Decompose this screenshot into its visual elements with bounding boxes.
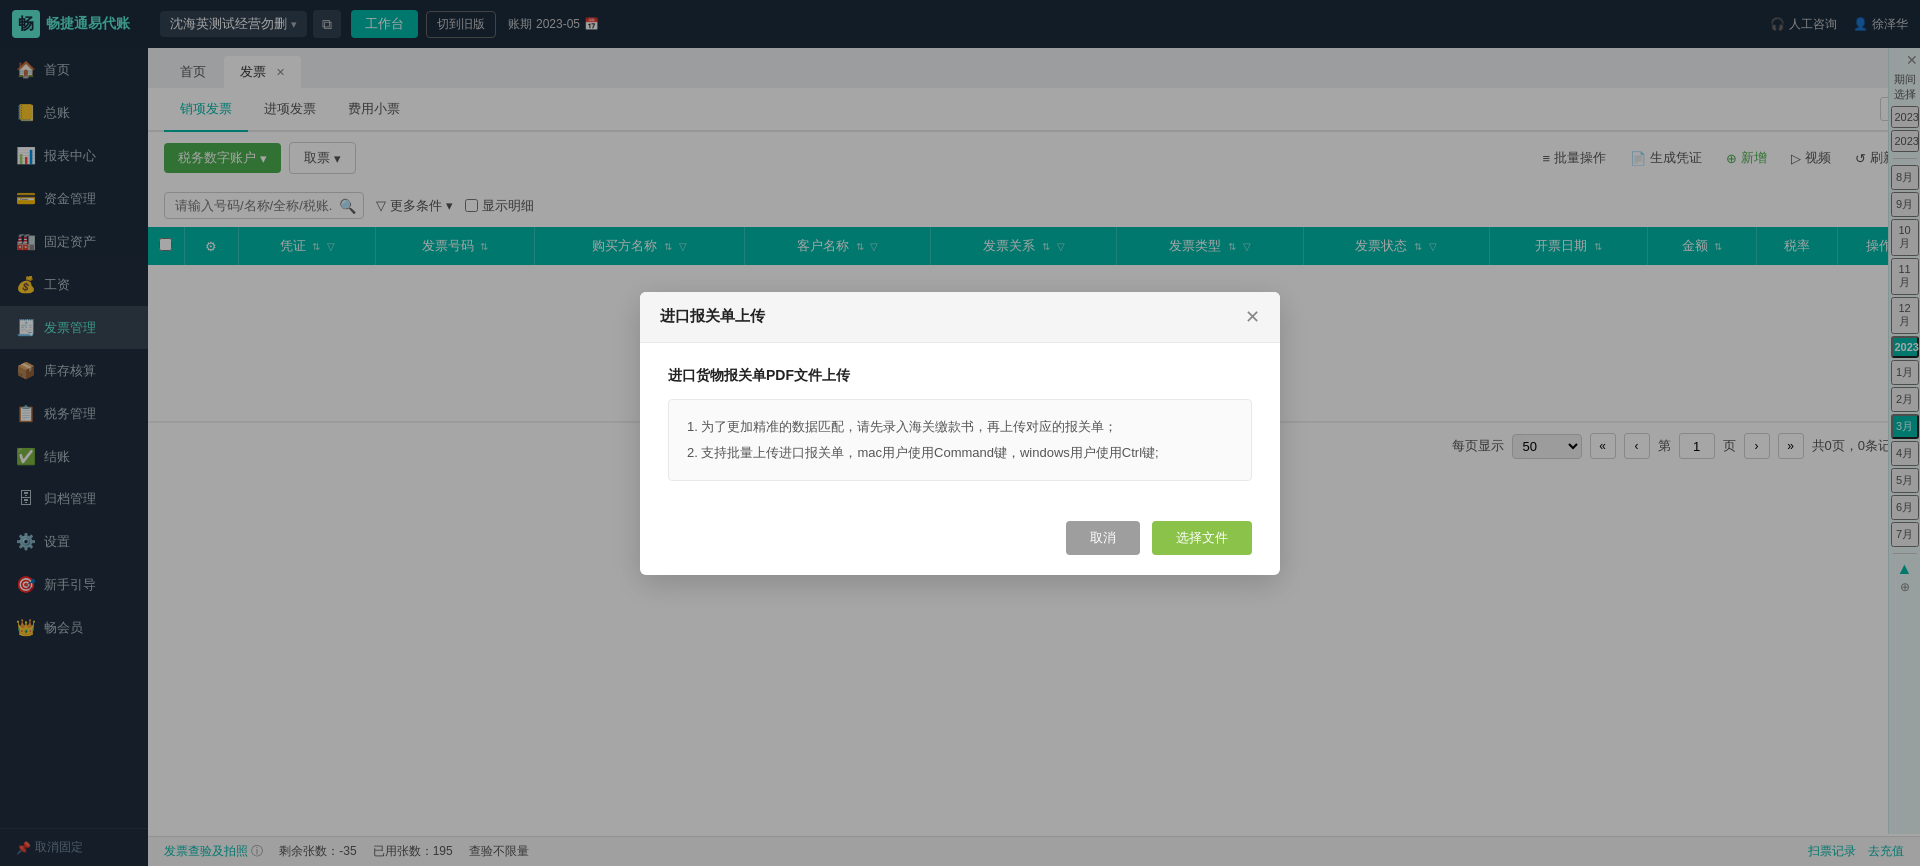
modal-select-file-button[interactable]: 选择文件 [1152, 521, 1252, 555]
modal-header: 进口报关单上传 ✕ [640, 292, 1280, 343]
modal-overlay: 进口报关单上传 ✕ 进口货物报关单PDF文件上传 1. 为了更加精准的数据匹配，… [0, 0, 1920, 866]
modal-title: 进口报关单上传 [660, 307, 765, 326]
upload-info-item-1: 1. 为了更加精准的数据匹配，请先录入海关缴款书，再上传对应的报关单； [687, 414, 1233, 440]
modal-cancel-button[interactable]: 取消 [1066, 521, 1140, 555]
modal-body: 进口货物报关单PDF文件上传 1. 为了更加精准的数据匹配，请先录入海关缴款书，… [640, 343, 1280, 505]
upload-section-title: 进口货物报关单PDF文件上传 [668, 367, 1252, 385]
upload-info-item-2: 2. 支持批量上传进口报关单，mac用户使用Command键，windows用户… [687, 440, 1233, 466]
upload-info-list: 1. 为了更加精准的数据匹配，请先录入海关缴款书，再上传对应的报关单； 2. 支… [687, 414, 1233, 466]
upload-info-box: 1. 为了更加精准的数据匹配，请先录入海关缴款书，再上传对应的报关单； 2. 支… [668, 399, 1252, 481]
modal-footer: 取消 选择文件 [640, 505, 1280, 575]
modal-close-button[interactable]: ✕ [1245, 306, 1260, 328]
import-modal: 进口报关单上传 ✕ 进口货物报关单PDF文件上传 1. 为了更加精准的数据匹配，… [640, 292, 1280, 575]
